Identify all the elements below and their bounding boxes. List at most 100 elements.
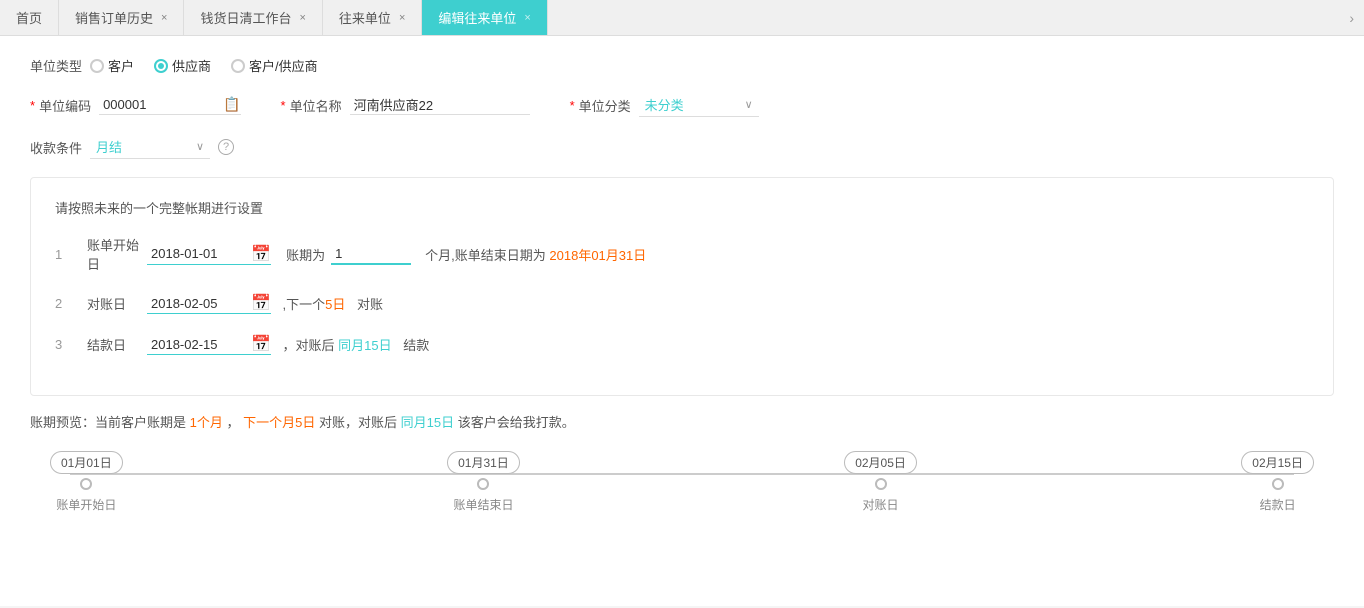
period-row-2-num: 2 <box>55 296 75 311</box>
tab-cashflow-close[interactable]: × <box>299 12 305 24</box>
period-row-1: 1 账单开始日 📅 账期为 个月,账单结束日期为 2018年01月31日 <box>55 235 1309 273</box>
tab-partner[interactable]: 往来单位 × <box>323 0 422 35</box>
unit-name-group: * 单位名称 <box>281 95 530 115</box>
preview-part1: 1个月 <box>190 415 223 430</box>
timeline-label-1: 账单开始日 <box>56 496 116 513</box>
period-row-3-calendar-icon[interactable]: 📅 <box>251 334 271 354</box>
timeline-point-1: 01月01日 账单开始日 <box>50 451 123 513</box>
period-row-3-desc-after: 结款 <box>400 335 430 354</box>
period-row-1-period-input[interactable] <box>331 244 411 265</box>
period-row-3-label: 结款日 <box>87 335 147 354</box>
timeline-dot-1 <box>80 478 92 490</box>
timeline-line <box>70 473 1294 475</box>
period-row-3-date-input[interactable] <box>147 335 247 354</box>
timeline-dot-2 <box>477 478 489 490</box>
unit-category-arrow: ∨ <box>745 98 753 111</box>
tab-edit-partner[interactable]: 编辑往来单位 × <box>422 0 547 35</box>
preview-sep1: ， <box>227 415 240 430</box>
radio-both-label: 客户/供应商 <box>249 56 318 75</box>
period-row-2-highlight: 5日 <box>325 294 345 313</box>
timeline-point-3: 02月05日 对账日 <box>844 451 917 513</box>
preview-part3: 同月15日 <box>401 415 454 430</box>
unit-code-required: * <box>30 98 35 113</box>
payment-condition-dropdown[interactable]: 月结 ∨ <box>90 135 210 159</box>
period-row-1-calendar-icon[interactable]: 📅 <box>251 244 271 264</box>
timeline-badge-2: 01月31日 <box>447 451 520 474</box>
unit-code-label: 单位编码 <box>39 96 91 115</box>
timeline-label-4: 结款日 <box>1260 496 1296 513</box>
timeline-badge-1: 01月01日 <box>50 451 123 474</box>
unit-name-input[interactable] <box>350 95 530 114</box>
period-row-3-desc-before: ，对账后 <box>279 335 335 354</box>
period-config-box: 请按照未来的一个完整帐期进行设置 1 账单开始日 📅 账期为 个月,账单结束日期… <box>30 177 1334 396</box>
timeline-label-2: 账单结束日 <box>453 496 513 513</box>
unit-name-input-wrapper <box>350 95 530 115</box>
timeline-label-3: 对账日 <box>863 496 899 513</box>
period-row-2-date-input[interactable] <box>147 294 247 313</box>
timeline: 01月01日 账单开始日 01月31日 账单结束日 02月05日 对账日 <box>50 451 1314 513</box>
period-row-1-date-input[interactable] <box>147 244 247 263</box>
unit-code-input[interactable] <box>99 95 219 114</box>
period-row-3-highlight: 同月15日 <box>335 335 392 354</box>
period-row-2-label: 对账日 <box>87 294 147 313</box>
unit-name-required: * <box>281 98 286 113</box>
period-row-2-date-wrapper: 📅 <box>147 293 271 314</box>
radio-group-unit-type: 客户 供应商 客户/供应商 <box>90 56 318 75</box>
unit-code-group: * 单位编码 📋 <box>30 95 241 115</box>
timeline-badge-4: 02月15日 <box>1241 451 1314 474</box>
payment-condition-help-icon[interactable]: ? <box>218 139 234 155</box>
timeline-container: 01月01日 账单开始日 01月31日 账单结束日 02月05日 对账日 <box>30 451 1334 513</box>
tab-cashflow-label: 钱货日清工作台 <box>200 8 291 27</box>
period-row-1-end-date: 2018年01月31日 <box>546 245 646 264</box>
tab-home[interactable]: 首页 <box>0 0 59 35</box>
preview-part2: 下一个月5日 <box>243 415 315 430</box>
unit-category-dropdown[interactable]: 未分类 ∨ <box>639 93 759 117</box>
timeline-dot-3 <box>875 478 887 490</box>
radio-supplier-circle <box>154 59 168 73</box>
preview-suffix: 该客户会给我打款。 <box>458 415 575 430</box>
tab-sales-history-close[interactable]: × <box>161 12 167 24</box>
radio-both[interactable]: 客户/供应商 <box>231 56 318 75</box>
period-row-1-num: 1 <box>55 247 75 262</box>
preview-text: 账期预览：当前客户账期是 1个月 ， 下一个月5日 对账，对账后 同月15日 该… <box>30 412 1334 431</box>
radio-customer-circle <box>90 59 104 73</box>
period-row-2: 2 对账日 📅 ,下一个 5日 对账 <box>55 293 1309 314</box>
radio-customer[interactable]: 客户 <box>90 56 134 75</box>
period-row-2-calendar-icon[interactable]: 📅 <box>251 293 271 313</box>
tab-cashflow[interactable]: 钱货日清工作台 × <box>184 0 322 35</box>
tab-sales-history[interactable]: 销售订单历史 × <box>59 0 184 35</box>
period-row-1-label: 账单开始日 <box>87 235 147 273</box>
period-row-3: 3 结款日 📅 ，对账后 同月15日 结款 <box>55 334 1309 355</box>
unit-type-row: 单位类型 客户 供应商 客户/供应商 <box>30 56 1334 75</box>
period-row-1-desc-after: 个月,账单结束日期为 <box>425 245 546 264</box>
payment-condition-row: 收款条件 月结 ∨ ? <box>30 135 1334 159</box>
period-box-title: 请按照未来的一个完整帐期进行设置 <box>55 198 1309 217</box>
period-row-1-desc-before: 账期为 <box>279 245 325 264</box>
radio-customer-label: 客户 <box>108 56 134 75</box>
tab-sales-history-label: 销售订单历史 <box>75 8 153 27</box>
period-row-2-desc-before: ,下一个 <box>279 294 325 313</box>
period-row-1-date-wrapper: 📅 <box>147 244 271 265</box>
unit-code-doc-icon[interactable]: 📋 <box>223 96 240 113</box>
radio-supplier[interactable]: 供应商 <box>154 56 211 75</box>
payment-condition-arrow: ∨ <box>196 140 204 153</box>
unit-category-group: * 单位分类 未分类 ∨ <box>570 93 759 117</box>
period-row-2-desc-after: 对账 <box>353 294 383 313</box>
period-row-3-num: 3 <box>55 337 75 352</box>
payment-condition-label: 收款条件 <box>30 138 82 157</box>
unit-category-value: 未分类 <box>645 95 737 114</box>
unit-category-label: 单位分类 <box>579 96 631 115</box>
tab-home-label: 首页 <box>16 8 42 27</box>
unit-fields-row: * 单位编码 📋 * 单位名称 * 单位分类 未分类 ∨ <box>30 93 1334 117</box>
payment-condition-group: 月结 ∨ ? <box>90 135 234 159</box>
unit-code-input-wrapper: 📋 <box>99 95 240 115</box>
unit-type-label: 单位类型 <box>30 56 82 75</box>
page-content: 单位类型 客户 供应商 客户/供应商 * 单位编码 📋 <box>0 36 1364 606</box>
timeline-point-4: 02月15日 结款日 <box>1241 451 1314 513</box>
timeline-point-2: 01月31日 账单结束日 <box>447 451 520 513</box>
tab-more-button[interactable]: › <box>1339 0 1364 35</box>
unit-category-required: * <box>570 98 575 113</box>
timeline-badge-3: 02月05日 <box>844 451 917 474</box>
tab-partner-close[interactable]: × <box>399 12 405 24</box>
tab-edit-partner-close[interactable]: × <box>524 12 530 24</box>
